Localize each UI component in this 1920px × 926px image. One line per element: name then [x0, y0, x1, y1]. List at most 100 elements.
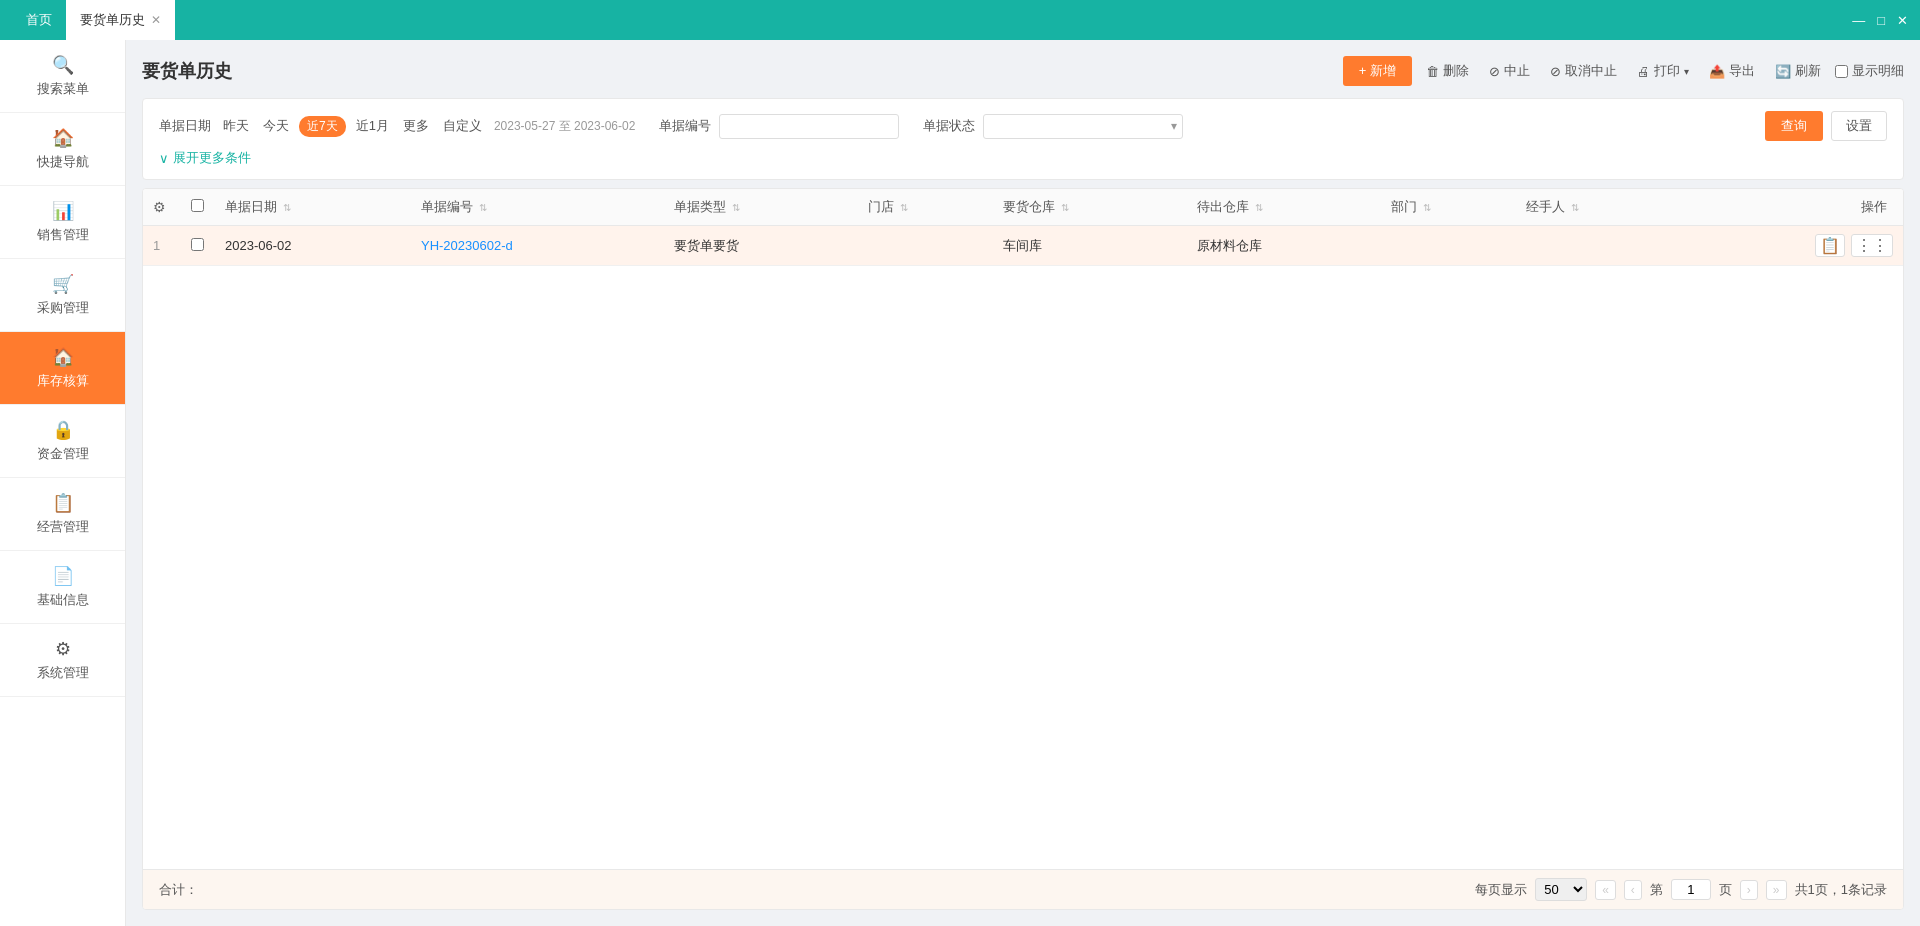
filter-panel: 单据日期 昨天 今天 近7天 近1月 更多 自定义 2023-05-27 至 2…	[142, 98, 1904, 180]
doc-number-link[interactable]: YH-20230602-d	[421, 238, 513, 253]
date-filter-label: 单据日期	[159, 117, 211, 135]
th-pending-warehouse: 待出仓库 ⇅	[1187, 189, 1381, 226]
suspend-button[interactable]: ⊘ 中止	[1483, 58, 1536, 84]
close-btn[interactable]: ✕	[1897, 13, 1908, 28]
last-page-btn[interactable]: »	[1766, 880, 1787, 900]
query-settings-group: 查询 设置	[1765, 111, 1887, 141]
date-btn-custom[interactable]: 自定义	[439, 115, 486, 137]
date-btn-last7days[interactable]: 近7天	[299, 116, 346, 137]
sort-store-icon[interactable]: ⇅	[900, 202, 908, 213]
purchase-mgmt-icon: 🛒	[52, 273, 74, 295]
th-req-warehouse: 要货仓库 ⇅	[993, 189, 1187, 226]
doc-status-filter-item: 单据状态 ▾	[923, 114, 1183, 139]
date-filter-options: 昨天 今天 近7天 近1月 更多 自定义	[219, 115, 486, 137]
ops-mgmt-icon: 📋	[52, 492, 74, 514]
cell-doc-date: 2023-06-02	[215, 226, 411, 266]
date-btn-last-month[interactable]: 近1月	[352, 115, 393, 137]
table-container: ⚙ 单据日期 ⇅ 单据编号 ⇅	[143, 189, 1903, 869]
table-settings-icon[interactable]: ⚙	[153, 199, 166, 215]
th-doc-date: 单据日期 ⇅	[215, 189, 411, 226]
first-page-btn[interactable]: «	[1595, 880, 1616, 900]
query-button[interactable]: 查询	[1765, 111, 1823, 141]
action-bar: + 新增 🗑 删除 ⊘ 中止 ⊘ 取消中止 🖨 打印 ▾	[1343, 56, 1904, 86]
tab-requisition-history[interactable]: 要货单历史 ✕	[66, 0, 175, 40]
date-range-display: 2023-05-27 至 2023-06-02	[494, 118, 635, 135]
sidebar-item-purchase-mgmt[interactable]: 🛒 采购管理	[0, 259, 125, 332]
sidebar-item-search-menu[interactable]: 🔍 搜索菜单	[0, 40, 125, 113]
cell-handler	[1516, 226, 1681, 266]
th-store: 门店 ⇅	[858, 189, 993, 226]
cell-pending-warehouse: 原材料仓库	[1187, 226, 1381, 266]
cell-doc-type: 要货单要货	[664, 226, 858, 266]
tab-home[interactable]: 首页	[12, 0, 66, 40]
sort-doc-date-icon[interactable]: ⇅	[283, 202, 291, 213]
table-body: 1 2023-06-02 YH-20230602-d 要货单要货 车间库 原材料…	[143, 226, 1903, 266]
row-more-btn[interactable]: ⋮⋮	[1851, 234, 1893, 257]
pagination: 每页显示 10 20 50 100 « ‹ 第 页 › » 共1页，1条记录	[1475, 878, 1887, 901]
cancel-suspend-icon: ⊘	[1550, 64, 1561, 79]
row-view-btn[interactable]: 📋	[1815, 234, 1845, 257]
sidebar-item-ops-mgmt[interactable]: 📋 经营管理	[0, 478, 125, 551]
suspend-icon: ⊘	[1489, 64, 1500, 79]
total-info: 合计：	[159, 881, 198, 899]
select-all-checkbox[interactable]	[191, 199, 204, 212]
table-footer: 合计： 每页显示 10 20 50 100 « ‹ 第 页 ›	[143, 869, 1903, 909]
print-dropdown-icon: ▾	[1684, 66, 1689, 77]
sidebar-item-system-mgmt[interactable]: ⚙ 系统管理	[0, 624, 125, 697]
sort-pending-warehouse-icon[interactable]: ⇅	[1255, 202, 1263, 213]
sort-department-icon[interactable]: ⇅	[1423, 202, 1431, 213]
data-table-wrap: ⚙ 单据日期 ⇅ 单据编号 ⇅	[142, 188, 1904, 910]
expand-filter-btn[interactable]: ∨ 展开更多条件	[159, 149, 1887, 167]
sales-mgmt-icon: 📊	[52, 200, 74, 222]
main-layout: 🔍 搜索菜单 🏠 快捷导航 📊 销售管理 🛒 采购管理 🏠 库存核算 🔒 资金管…	[0, 40, 1920, 926]
basic-info-icon: 📄	[52, 565, 74, 587]
row-checkbox[interactable]	[191, 238, 204, 251]
refresh-button[interactable]: 🔄 刷新	[1769, 58, 1827, 84]
sort-doc-type-icon[interactable]: ⇅	[732, 202, 740, 213]
doc-status-select[interactable]	[983, 114, 1183, 139]
th-actions-label: 操作	[1861, 199, 1887, 214]
sort-doc-number-icon[interactable]: ⇅	[479, 202, 487, 213]
cell-actions: 📋 ⋮⋮	[1681, 226, 1903, 266]
settings-button[interactable]: 设置	[1831, 111, 1887, 141]
th-doc-type: 单据类型 ⇅	[664, 189, 858, 226]
date-btn-yesterday[interactable]: 昨天	[219, 115, 253, 137]
sort-req-warehouse-icon[interactable]: ⇅	[1061, 202, 1069, 213]
sidebar-item-quick-nav[interactable]: 🏠 快捷导航	[0, 113, 125, 186]
date-btn-today[interactable]: 今天	[259, 115, 293, 137]
date-btn-more[interactable]: 更多	[399, 115, 433, 137]
doc-number-input[interactable]	[719, 114, 899, 139]
system-mgmt-icon: ⚙	[55, 638, 71, 660]
export-button[interactable]: 📤 导出	[1703, 58, 1761, 84]
top-bar: 首页 要货单历史 ✕ — □ ✕	[0, 0, 1920, 40]
cancel-suspend-button[interactable]: ⊘ 取消中止	[1544, 58, 1623, 84]
delete-button[interactable]: 🗑 删除	[1420, 58, 1475, 84]
show-detail-toggle[interactable]: 显示明细	[1835, 62, 1904, 80]
sidebar-item-sales-mgmt[interactable]: 📊 销售管理	[0, 186, 125, 259]
th-doc-number: 单据编号 ⇅	[411, 189, 664, 226]
sidebar-item-finance-mgmt[interactable]: 🔒 资金管理	[0, 405, 125, 478]
th-req-warehouse-label: 要货仓库	[1003, 199, 1055, 214]
cell-row-num: 1	[143, 226, 179, 266]
filter-row: 单据日期 昨天 今天 近7天 近1月 更多 自定义 2023-05-27 至 2…	[159, 111, 1887, 141]
th-department: 部门 ⇅	[1381, 189, 1516, 226]
search-menu-icon: 🔍	[52, 54, 74, 76]
th-checkbox	[179, 189, 215, 226]
close-tab-icon[interactable]: ✕	[151, 13, 161, 27]
prev-page-btn[interactable]: ‹	[1624, 880, 1642, 900]
print-button[interactable]: 🖨 打印 ▾	[1631, 58, 1695, 84]
th-handler-label: 经手人	[1526, 199, 1565, 214]
date-filter-item: 单据日期 昨天 今天 近7天 近1月 更多 自定义 2023-05-27 至 2…	[159, 115, 635, 137]
sort-handler-icon[interactable]: ⇅	[1571, 202, 1579, 213]
new-button[interactable]: + 新增	[1343, 56, 1412, 86]
doc-number-filter-item: 单据编号	[659, 114, 899, 139]
minimize-btn[interactable]: —	[1852, 13, 1865, 28]
th-doc-type-label: 单据类型	[674, 199, 726, 214]
maximize-btn[interactable]: □	[1877, 13, 1885, 28]
sidebar-item-inventory[interactable]: 🏠 库存核算	[0, 332, 125, 405]
current-page-input[interactable]	[1671, 879, 1711, 900]
show-detail-checkbox[interactable]	[1835, 65, 1848, 78]
next-page-btn[interactable]: ›	[1740, 880, 1758, 900]
sidebar-item-basic-info[interactable]: 📄 基础信息	[0, 551, 125, 624]
page-size-select[interactable]: 10 20 50 100	[1535, 878, 1587, 901]
